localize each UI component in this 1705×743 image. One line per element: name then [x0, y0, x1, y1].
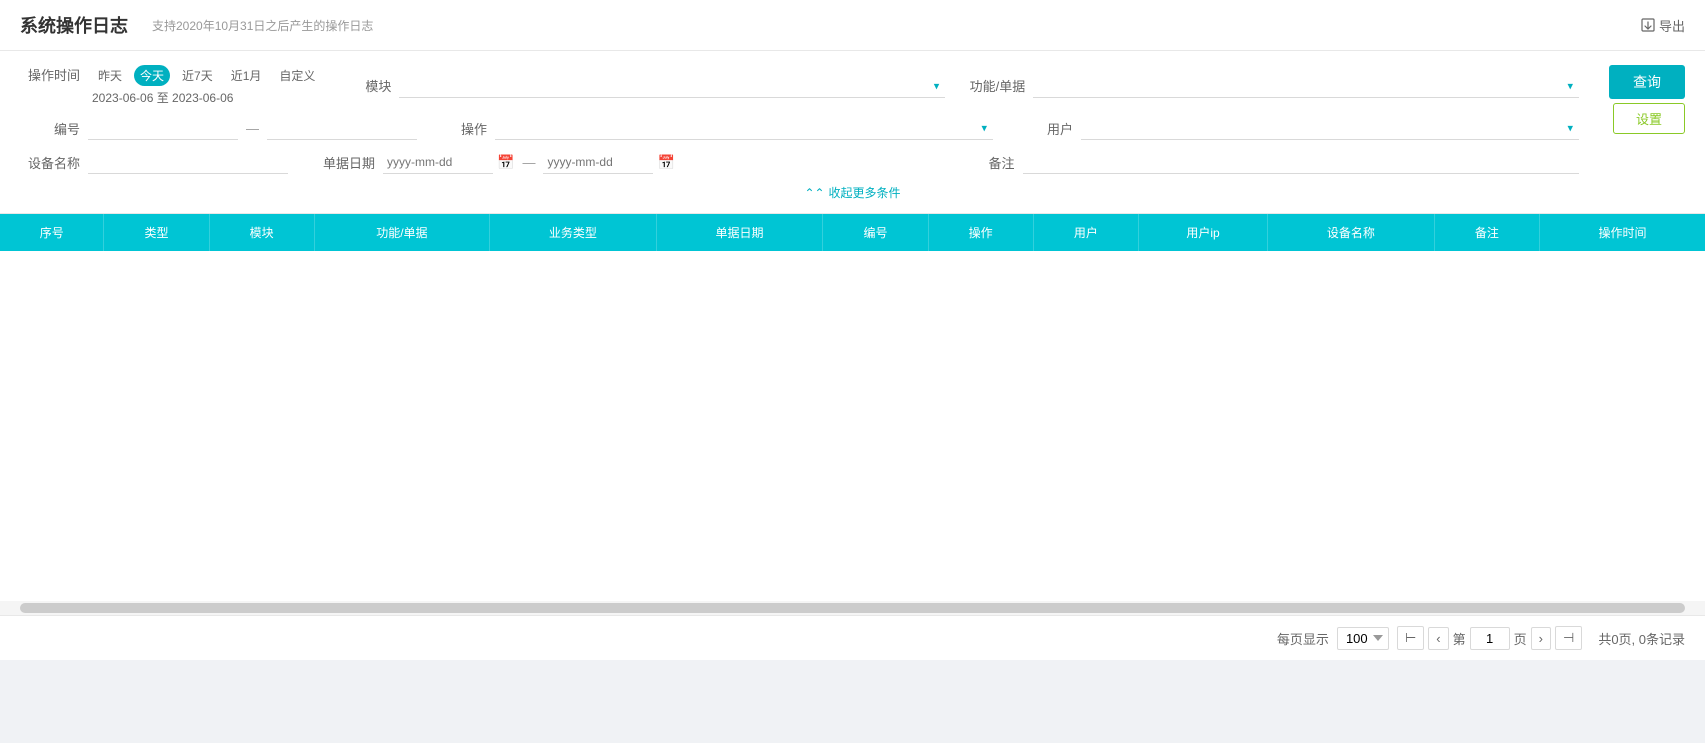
module-label: 模块 [331, 76, 391, 95]
per-page-select[interactable]: 100 50 200 [1337, 627, 1389, 650]
collapse-row: ⌃⌃ 收起更多条件 [20, 184, 1685, 201]
data-table: 序号 类型 模块 功能/单据 业务类型 单据日期 编号 操作 用户 用户ip 设… [0, 214, 1705, 251]
col-device: 设备名称 [1268, 214, 1435, 251]
col-user-ip: 用户ip [1138, 214, 1267, 251]
time-btn-yesterday[interactable]: 昨天 [92, 65, 128, 86]
module-input[interactable] [399, 74, 945, 98]
user-label: 用户 [1013, 119, 1073, 138]
date-from-input[interactable] [383, 151, 493, 174]
page-input[interactable] [1470, 627, 1510, 650]
page-total: 共0页, 0条记录 [1598, 629, 1685, 648]
device-input[interactable] [88, 150, 288, 174]
device-label: 设备名称 [20, 153, 80, 172]
time-buttons-group: 昨天 今天 近7天 近1月 自定义 [92, 65, 321, 86]
time-range: 2023-06-06 至 2023-06-06 [92, 89, 321, 106]
date-label: 单据日期 [310, 153, 375, 172]
time-btn-1month[interactable]: 近1月 [225, 65, 268, 86]
page-suffix: 页 [1514, 629, 1527, 648]
id-to-input[interactable] [267, 116, 417, 140]
table-container: 序号 类型 模块 功能/单据 业务类型 单据日期 编号 操作 用户 用户ip 设… [0, 214, 1705, 601]
page-next-button[interactable]: › [1531, 627, 1551, 650]
date-from-wrap: 📅 [383, 151, 514, 174]
pagination-bar: 每页显示 100 50 200 ⊢ ‹ 第 页 › ⊣ 共0页, 0条记录 [0, 615, 1705, 660]
date-to-input[interactable] [543, 151, 653, 174]
remark-input[interactable] [1023, 150, 1580, 174]
col-type: 类型 [104, 214, 209, 251]
col-biz-type: 业务类型 [489, 214, 656, 251]
empty-area [0, 251, 1705, 601]
page-last-button[interactable]: ⊣ [1555, 626, 1582, 650]
func-dropdown-wrap: ▾ [1033, 74, 1579, 98]
filter-area: 操作时间 昨天 今天 近7天 近1月 自定义 2023-06-06 至 2023… [0, 51, 1705, 214]
col-op-time: 操作时间 [1539, 214, 1705, 251]
date-dash: — [522, 155, 535, 170]
settings-button[interactable]: 设置 [1613, 103, 1685, 134]
table-header-row: 序号 类型 模块 功能/单据 业务类型 单据日期 编号 操作 用户 用户ip 设… [0, 214, 1705, 251]
page-nav: ⊢ ‹ 第 页 › ⊣ [1397, 626, 1582, 650]
page-first-button[interactable]: ⊢ [1397, 626, 1424, 650]
col-user: 用户 [1033, 214, 1138, 251]
op-label: 操作 [427, 119, 487, 138]
filter-row-2: 编号 — 操作 ▾ 用户 [20, 116, 1589, 140]
export-icon [1641, 18, 1655, 32]
col-op: 操作 [928, 214, 1033, 251]
scroll-thumb[interactable] [20, 603, 1685, 613]
remark-label: 备注 [955, 153, 1015, 172]
op-dropdown-wrap: ▾ [495, 116, 993, 140]
query-button[interactable]: 查询 [1609, 65, 1685, 99]
id-from-input[interactable] [88, 116, 238, 140]
collapse-button[interactable]: ⌃⌃ 收起更多条件 [804, 184, 900, 201]
page-prev-button[interactable]: ‹ [1428, 627, 1448, 650]
col-index: 序号 [0, 214, 104, 251]
calendar-to-icon[interactable]: 📅 [657, 154, 674, 171]
date-to-wrap: 📅 [543, 151, 674, 174]
col-remark: 备注 [1434, 214, 1539, 251]
col-module: 模块 [209, 214, 314, 251]
func-input[interactable] [1033, 74, 1579, 98]
page-subtitle: 支持2020年10月31日之后产生的操作日志 [152, 17, 373, 34]
collapse-up-icon: ⌃⌃ [804, 186, 824, 200]
col-id: 编号 [823, 214, 928, 251]
per-page-label: 每页显示 [1277, 629, 1329, 648]
time-btn-today[interactable]: 今天 [134, 65, 170, 86]
page-label: 第 [1453, 629, 1466, 648]
col-func: 功能/单据 [314, 214, 489, 251]
user-input[interactable] [1081, 116, 1579, 140]
table-header: 序号 类型 模块 功能/单据 业务类型 单据日期 编号 操作 用户 用户ip 设… [0, 214, 1705, 251]
export-button[interactable]: 导出 [1641, 16, 1685, 35]
time-btn-custom[interactable]: 自定义 [273, 65, 321, 86]
op-input[interactable] [495, 116, 993, 140]
time-label: 操作时间 [20, 65, 80, 84]
user-dropdown-wrap: ▾ [1081, 116, 1579, 140]
scroll-area[interactable] [0, 601, 1705, 615]
filter-row-3: 设备名称 单据日期 📅 — 📅 [20, 150, 1589, 174]
filter-row-1: 操作时间 昨天 今天 近7天 近1月 自定义 2023-06-06 至 2023… [20, 65, 1589, 106]
func-label: 功能/单据 [965, 76, 1025, 95]
time-btn-7days[interactable]: 近7天 [176, 65, 219, 86]
page-title: 系统操作日志 [20, 12, 128, 38]
right-buttons: 查询 设置 [1589, 65, 1685, 134]
page-header: 系统操作日志 支持2020年10月31日之后产生的操作日志 导出 [0, 0, 1705, 51]
id-dash: — [246, 121, 259, 136]
calendar-from-icon[interactable]: 📅 [497, 154, 514, 171]
module-dropdown-wrap: ▾ [399, 74, 945, 98]
col-doc-date: 单据日期 [656, 214, 823, 251]
page-container: 系统操作日志 支持2020年10月31日之后产生的操作日志 导出 操作时间 [0, 0, 1705, 743]
id-label: 编号 [20, 119, 80, 138]
